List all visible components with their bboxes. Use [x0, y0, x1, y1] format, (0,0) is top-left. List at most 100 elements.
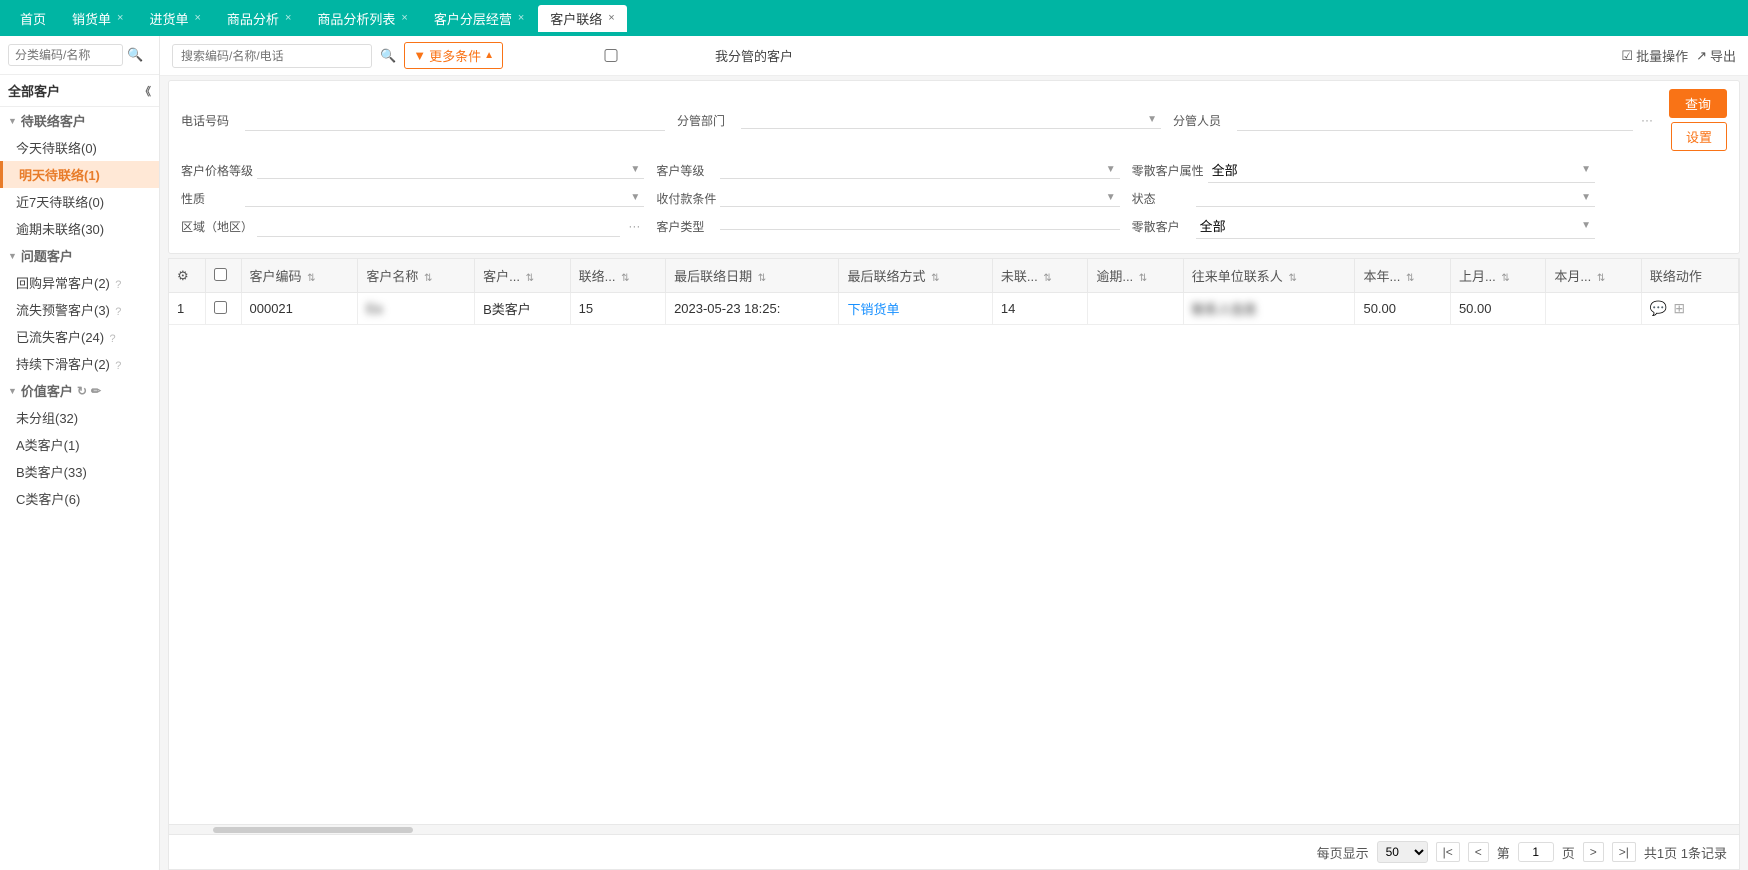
- th-overdue[interactable]: 逾期... ⇅: [1088, 259, 1183, 293]
- sidebar-search-input[interactable]: [8, 44, 123, 66]
- sidebar-item-overdue[interactable]: 逾期未联络(30): [0, 215, 159, 242]
- td-last-month: 50.00: [1450, 293, 1545, 325]
- th-uncontacted[interactable]: 未联... ⇅: [992, 259, 1087, 293]
- th-checkbox[interactable]: [205, 259, 241, 293]
- batch-action-btn[interactable]: ☑ 批量操作: [1621, 46, 1688, 65]
- nature-arrow: ▼: [630, 192, 640, 203]
- status-field: 状态 ▼: [1132, 189, 1595, 207]
- bottom-scrollbar[interactable]: [168, 825, 1740, 835]
- nav-product-analysis[interactable]: 商品分析 ×: [215, 5, 303, 32]
- next-page-btn[interactable]: >: [1583, 842, 1604, 862]
- retail-select[interactable]: 全部 ▼: [1196, 213, 1595, 239]
- query-button[interactable]: 查询: [1669, 89, 1727, 118]
- status-label: 状态: [1132, 190, 1192, 207]
- th-last-method[interactable]: 最后联络方式 ⇅: [839, 259, 992, 293]
- type-label: 客户类型: [656, 218, 716, 235]
- nav-sales[interactable]: 销货单 ×: [60, 5, 135, 32]
- row-checkbox[interactable]: [214, 301, 227, 314]
- type-select[interactable]: [720, 223, 1119, 230]
- th-last-month[interactable]: 上月... ⇅: [1450, 259, 1545, 293]
- sidebar-item-b-class[interactable]: B类客户(33): [0, 458, 159, 485]
- nav-customer-contact[interactable]: 客户联络 ×: [538, 5, 626, 32]
- group-problem-customers[interactable]: 问题客户: [0, 242, 159, 269]
- export-btn[interactable]: ↗ 导出: [1696, 46, 1736, 65]
- price-grade-select[interactable]: ▼: [257, 161, 644, 179]
- contact-method-link[interactable]: 下销货单: [847, 302, 899, 317]
- refresh-icon[interactable]: ↻: [77, 384, 87, 398]
- th-settings[interactable]: ⚙: [169, 259, 205, 293]
- grid-icon[interactable]: ⊞: [1673, 300, 1685, 317]
- th-contact[interactable]: 联络... ⇅: [570, 259, 665, 293]
- nav-customer-tier[interactable]: 客户分层经营 ×: [422, 5, 536, 32]
- prev-page-btn[interactable]: <: [1468, 842, 1489, 862]
- nav-product-list[interactable]: 商品分析列表 ×: [305, 5, 419, 32]
- nav-purchase[interactable]: 进货单 ×: [137, 5, 212, 32]
- help-icon-1[interactable]: ?: [115, 279, 121, 291]
- first-page-btn[interactable]: |<: [1436, 842, 1460, 862]
- last-page-btn[interactable]: >|: [1612, 842, 1636, 862]
- all-customers-header[interactable]: 全部客户 《: [0, 75, 159, 107]
- sidebar-item-tomorrow[interactable]: 明天待联络(1): [0, 161, 159, 188]
- sidebar-item-week[interactable]: 近7天待联络(0): [0, 188, 159, 215]
- sidebar-item-today[interactable]: 今天待联络(0): [0, 134, 159, 161]
- page-size-select[interactable]: 50 100 200: [1377, 841, 1428, 863]
- retail-attr-select[interactable]: 全部 ▼: [1208, 157, 1595, 183]
- grade-select[interactable]: ▼: [720, 161, 1119, 179]
- dept-select[interactable]: ▼: [741, 111, 1161, 129]
- page-number-input[interactable]: [1518, 842, 1554, 862]
- message-icon[interactable]: 💬: [1650, 300, 1667, 317]
- help-icon-4[interactable]: ?: [115, 360, 121, 372]
- th-this-month[interactable]: 本月... ⇅: [1546, 259, 1641, 293]
- sort-type-icon: ⇅: [526, 273, 534, 284]
- sidebar-item-repurchase[interactable]: 回购异常客户(2) ?: [0, 269, 159, 296]
- th-code[interactable]: 客户编码 ⇅: [241, 259, 358, 293]
- sidebar-item-churned[interactable]: 已流失客户(24) ?: [0, 323, 159, 350]
- nature-select[interactable]: ▼: [245, 189, 644, 207]
- th-last-date[interactable]: 最后联络日期 ⇅: [666, 259, 839, 293]
- sidebar-search-icon[interactable]: 🔍: [127, 47, 143, 63]
- action-buttons: ☑ 批量操作 ↗ 导出: [1621, 46, 1736, 65]
- my-customers-checkbox[interactable]: 我分管的客户: [511, 46, 793, 65]
- th-name[interactable]: 客户名称 ⇅: [358, 259, 475, 293]
- td-overdue: [1088, 293, 1183, 325]
- select-all-checkbox[interactable]: [214, 268, 227, 281]
- td-checkbox[interactable]: [205, 293, 241, 325]
- sidebar-item-ungroup[interactable]: 未分组(32): [0, 404, 159, 431]
- page-prefix: 第: [1497, 843, 1510, 862]
- td-contact-count: 15: [570, 293, 665, 325]
- close-purchase-icon[interactable]: ×: [194, 12, 200, 24]
- help-icon-2[interactable]: ?: [115, 306, 121, 318]
- search-input[interactable]: [172, 44, 372, 68]
- phone-label: 电话号码: [181, 112, 241, 129]
- top-nav: 首页 销货单 × 进货单 × 商品分析 × 商品分析列表 × 客户分层经营 × …: [0, 0, 1748, 36]
- area-field: 区域（地区） ···: [181, 215, 644, 237]
- set-button[interactable]: 设置: [1671, 122, 1727, 151]
- th-type[interactable]: 客户... ⇅: [475, 259, 570, 293]
- search-icon[interactable]: 🔍: [380, 48, 396, 64]
- filter-row-4: 区域（地区） ··· 客户类型 零散客户 全部 ▼: [181, 213, 1727, 239]
- group-value-customers[interactable]: 价值客户 ↻ ✏: [0, 377, 159, 404]
- close-tier-icon[interactable]: ×: [518, 12, 524, 24]
- status-select[interactable]: ▼: [1196, 189, 1595, 207]
- area-dots[interactable]: ···: [624, 219, 644, 233]
- person-dots[interactable]: ···: [1637, 113, 1657, 127]
- th-this-year[interactable]: 本年... ⇅: [1355, 259, 1450, 293]
- help-icon-3[interactable]: ?: [109, 333, 115, 345]
- close-product-list-icon[interactable]: ×: [401, 12, 407, 24]
- sidebar-item-declining[interactable]: 持续下滑客户(2) ?: [0, 350, 159, 377]
- my-customers-check[interactable]: [511, 49, 711, 62]
- payment-select[interactable]: ▼: [720, 189, 1119, 207]
- td-last-method[interactable]: 下销货单: [839, 293, 992, 325]
- th-contact-person[interactable]: 往来单位联系人 ⇅: [1183, 259, 1355, 293]
- group-pending-contact[interactable]: 待联络客户: [0, 107, 159, 134]
- nav-home[interactable]: 首页: [8, 5, 58, 32]
- sidebar-item-a-class[interactable]: A类客户(1): [0, 431, 159, 458]
- edit-icon[interactable]: ✏: [91, 384, 101, 398]
- status-arrow: ▼: [1581, 192, 1591, 203]
- close-sales-icon[interactable]: ×: [117, 12, 123, 24]
- close-contact-icon[interactable]: ×: [608, 12, 614, 24]
- close-product-icon[interactable]: ×: [285, 12, 291, 24]
- sidebar-item-churn-warning[interactable]: 流失预警客户(3) ?: [0, 296, 159, 323]
- more-conditions-btn[interactable]: ▼ 更多条件 ▲: [404, 42, 503, 69]
- sidebar-item-c-class[interactable]: C类客户(6): [0, 485, 159, 512]
